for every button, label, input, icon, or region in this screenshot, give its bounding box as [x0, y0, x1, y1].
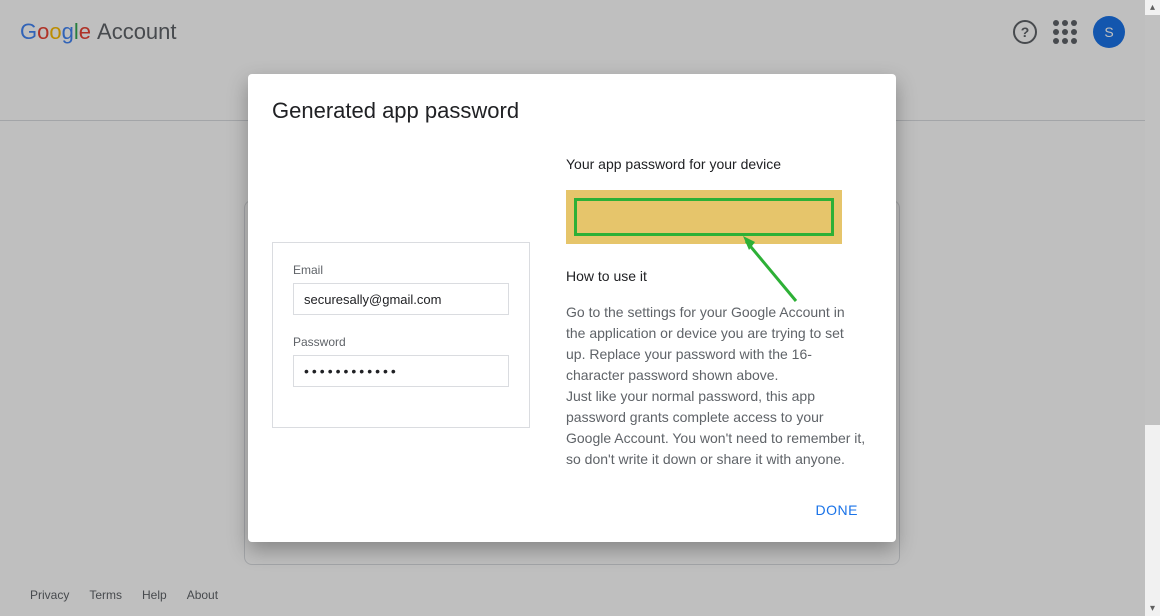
- scroll-up-icon[interactable]: ▴: [1145, 0, 1160, 15]
- scroll-thumb[interactable]: [1145, 15, 1160, 425]
- password-heading: Your app password for your device: [566, 156, 866, 172]
- instructions-text-1: Go to the settings for your Google Accou…: [566, 302, 866, 386]
- instructions-panel: Your app password for your device How to…: [566, 156, 866, 470]
- generated-password-box[interactable]: [566, 190, 842, 244]
- login-card: Email Password ••••••••••••: [272, 242, 530, 428]
- email-label: Email: [293, 263, 509, 277]
- scroll-track[interactable]: [1145, 15, 1160, 601]
- scroll-down-icon[interactable]: ▾: [1145, 601, 1160, 616]
- password-label: Password: [293, 335, 509, 349]
- annotation-arrow-icon: [741, 236, 801, 306]
- password-field[interactable]: ••••••••••••: [293, 355, 509, 387]
- howto-heading: How to use it: [566, 268, 866, 284]
- app-password-dialog: Generated app password Email Password ••…: [248, 74, 896, 542]
- login-preview-panel: Email Password ••••••••••••: [272, 156, 530, 470]
- dialog-content: Email Password •••••••••••• Your app pas…: [272, 156, 872, 470]
- vertical-scrollbar[interactable]: ▴ ▾: [1145, 0, 1160, 616]
- instructions-text-2: Just like your normal password, this app…: [566, 386, 866, 470]
- done-button[interactable]: DONE: [816, 502, 858, 518]
- email-field[interactable]: [293, 283, 509, 315]
- dialog-title: Generated app password: [272, 98, 872, 124]
- password-highlight-box: [574, 198, 834, 236]
